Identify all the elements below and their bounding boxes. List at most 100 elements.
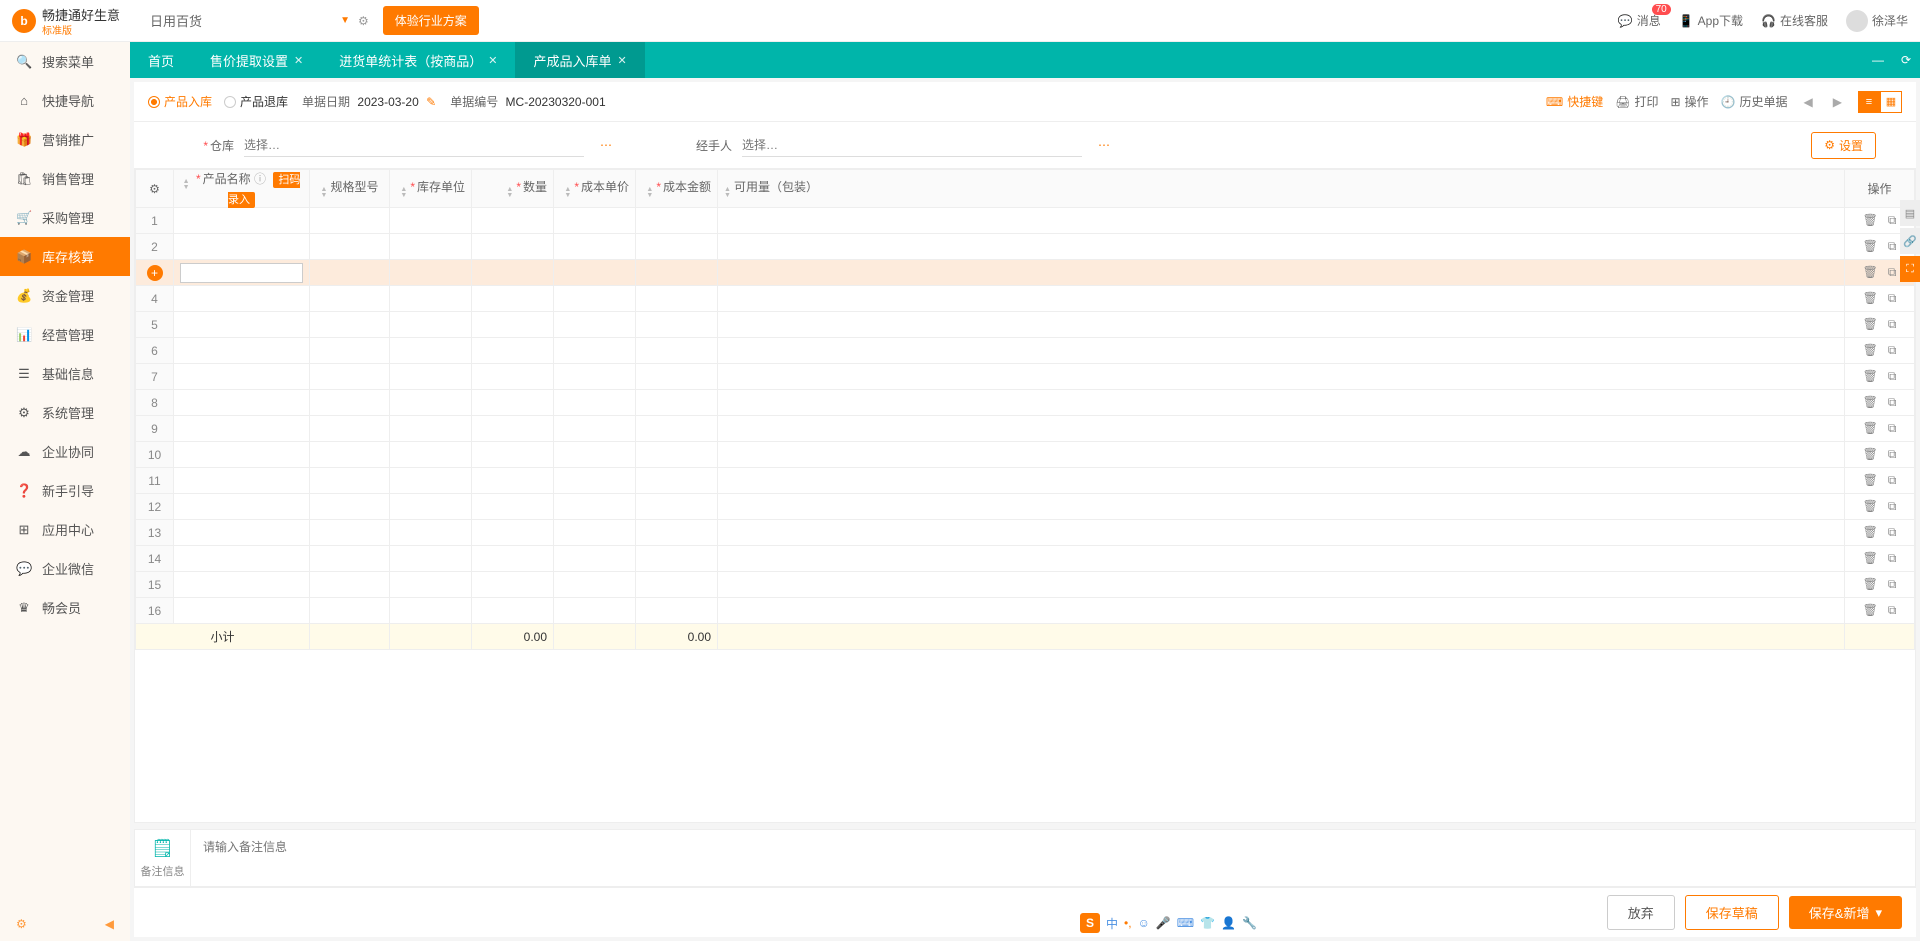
ime-smile-icon[interactable]: ☺ <box>1138 916 1150 930</box>
sidebar-item-11[interactable]: ❓新手引导 <box>0 471 130 510</box>
close-icon[interactable]: ✕ <box>618 54 627 67</box>
sidebar-item-0[interactable]: 🔍搜索菜单 <box>0 42 130 81</box>
col-price[interactable]: ▲▼*成本单价 <box>554 170 636 208</box>
sidebar-item-10[interactable]: ☁企业协同 <box>0 432 130 471</box>
sidebar-item-9[interactable]: ⚙系统管理 <box>0 393 130 432</box>
copy-icon[interactable]: ⧉ <box>1888 447 1897 462</box>
table-row[interactable]: 16🗑⧉ <box>136 598 1915 624</box>
delete-icon[interactable]: 🗑 <box>1863 213 1878 228</box>
copy-icon[interactable]: ⧉ <box>1888 317 1897 332</box>
ime-user-icon[interactable]: 👤 <box>1221 916 1236 930</box>
save-draft-button[interactable]: 保存草稿 <box>1685 895 1779 930</box>
category-select[interactable]: 日用百货 ▼ <box>150 11 350 30</box>
save-new-button[interactable]: 保存&新增 ▾ <box>1789 896 1902 929</box>
table-row[interactable]: 13🗑⧉ <box>136 520 1915 546</box>
sidebar-item-12[interactable]: ⊞应用中心 <box>0 510 130 549</box>
table-row[interactable]: 15🗑⧉ <box>136 572 1915 598</box>
col-gear[interactable]: ⚙ <box>136 170 174 208</box>
view-card-button[interactable]: ▦ <box>1880 91 1902 113</box>
col-name[interactable]: ▲▼ *产品名称 ⓘ 扫码录入 <box>174 170 310 208</box>
copy-icon[interactable]: ⧉ <box>1888 369 1897 384</box>
table-row[interactable]: 6🗑⧉ <box>136 338 1915 364</box>
shortcut-link[interactable]: ⌨ 快捷键 <box>1546 93 1603 110</box>
ime-s-icon[interactable]: S <box>1080 913 1100 933</box>
gear-icon[interactable]: ⚙ <box>358 14 369 28</box>
copy-icon[interactable]: ⧉ <box>1888 473 1897 488</box>
delete-icon[interactable]: 🗑 <box>1863 395 1878 410</box>
delete-icon[interactable]: 🗑 <box>1863 577 1878 592</box>
copy-icon[interactable]: ⧉ <box>1888 525 1897 540</box>
copy-icon[interactable]: ⧉ <box>1888 577 1897 592</box>
remark-input[interactable] <box>191 830 1915 886</box>
delete-icon[interactable]: 🗑 <box>1863 551 1878 566</box>
copy-icon[interactable]: ⧉ <box>1888 395 1897 410</box>
delete-icon[interactable]: 🗑 <box>1863 291 1878 306</box>
col-amount[interactable]: ▲▼*成本金额 <box>636 170 718 208</box>
delete-icon[interactable]: 🗑 <box>1863 499 1878 514</box>
table-row[interactable]: 12🗑⧉ <box>136 494 1915 520</box>
copy-icon[interactable]: ⧉ <box>1888 499 1897 514</box>
warehouse-more-icon[interactable]: ⋯ <box>600 138 612 152</box>
cta-button[interactable]: 体验行业方案 <box>383 6 479 35</box>
sidebar-item-4[interactable]: 🛒采购管理 <box>0 198 130 237</box>
table-row[interactable]: 9🗑⧉ <box>136 416 1915 442</box>
copy-icon[interactable]: ⧉ <box>1888 291 1897 306</box>
radio-product-in[interactable]: 产品入库 <box>148 93 212 110</box>
table-row[interactable]: 8🗑⧉ <box>136 390 1915 416</box>
prev-doc-button[interactable]: ◀ <box>1800 95 1817 109</box>
ime-skin-icon[interactable]: 👕 <box>1200 916 1215 930</box>
delete-icon[interactable]: 🗑 <box>1863 239 1878 254</box>
radio-product-out[interactable]: 产品退库 <box>224 93 288 110</box>
delete-icon[interactable]: 🗑 <box>1863 265 1878 280</box>
col-qty[interactable]: ▲▼*数量 <box>472 170 554 208</box>
view-list-button[interactable]: ≡ <box>1858 91 1880 113</box>
handler-input[interactable] <box>742 134 1082 157</box>
ime-lang-icon[interactable]: 中 <box>1106 915 1118 932</box>
table-row[interactable]: 7🗑⧉ <box>136 364 1915 390</box>
sidebar-item-3[interactable]: 🛍销售管理 <box>0 159 130 198</box>
table-row[interactable]: 14🗑⧉ <box>136 546 1915 572</box>
sidebar-item-8[interactable]: ☰基础信息 <box>0 354 130 393</box>
rail-btn-3[interactable]: ⛶ <box>1900 256 1920 282</box>
delete-icon[interactable]: 🗑 <box>1863 421 1878 436</box>
edit-icon[interactable]: ✎ <box>426 95 436 109</box>
copy-icon[interactable]: ⧉ <box>1888 343 1897 358</box>
product-name-input[interactable] <box>180 263 303 283</box>
col-spec[interactable]: ▲▼规格型号 <box>310 170 390 208</box>
copy-icon[interactable]: ⧉ <box>1888 265 1897 280</box>
ime-keyboard-icon[interactable]: ⌨ <box>1177 916 1194 930</box>
table-row[interactable]: 1🗑⧉ <box>136 208 1915 234</box>
ops-link[interactable]: ⊞ 操作 <box>1670 93 1708 110</box>
sidebar-item-6[interactable]: 💰资金管理 <box>0 276 130 315</box>
ime-tool-icon[interactable]: 🔧 <box>1242 916 1257 930</box>
col-avail[interactable]: ▲▼可用量（包装） <box>718 170 1845 208</box>
sidebar-collapse-icon[interactable]: ◀ <box>105 917 114 931</box>
table-row[interactable]: +🗑⧉ <box>136 260 1915 286</box>
service-link[interactable]: 🎧 在线客服 <box>1761 12 1828 29</box>
sidebar-settings-icon[interactable]: ⚙ <box>16 917 27 931</box>
close-icon[interactable]: ✕ <box>294 54 303 67</box>
copy-icon[interactable]: ⧉ <box>1888 603 1897 618</box>
delete-icon[interactable]: 🗑 <box>1863 369 1878 384</box>
sidebar-item-14[interactable]: ♛畅会员 <box>0 588 130 627</box>
messages-link[interactable]: 💬 消息 70 <box>1618 12 1661 29</box>
delete-icon[interactable]: 🗑 <box>1863 343 1878 358</box>
copy-icon[interactable]: ⧉ <box>1888 551 1897 566</box>
tab-2[interactable]: 进货单统计表（按商品）✕ <box>321 42 515 78</box>
next-doc-button[interactable]: ▶ <box>1829 95 1846 109</box>
copy-icon[interactable]: ⧉ <box>1888 213 1897 228</box>
table-row[interactable]: 4🗑⧉ <box>136 286 1915 312</box>
copy-icon[interactable]: ⧉ <box>1888 239 1897 254</box>
table-row[interactable]: 5🗑⧉ <box>136 312 1915 338</box>
ime-dot-icon[interactable]: •, <box>1124 916 1132 930</box>
tab-1[interactable]: 售价提取设置✕ <box>192 42 321 78</box>
tab-refresh-button[interactable]: ⟳ <box>1892 42 1920 78</box>
ime-mic-icon[interactable]: 🎤 <box>1156 916 1171 930</box>
sidebar-item-13[interactable]: 💬企业微信 <box>0 549 130 588</box>
rail-btn-1[interactable]: ▤ <box>1900 200 1920 226</box>
table-row[interactable]: 10🗑⧉ <box>136 442 1915 468</box>
discard-button[interactable]: 放弃 <box>1607 895 1675 930</box>
tab-3[interactable]: 产成品入库单✕ <box>515 42 644 78</box>
delete-icon[interactable]: 🗑 <box>1863 603 1878 618</box>
table-row[interactable]: 2🗑⧉ <box>136 234 1915 260</box>
